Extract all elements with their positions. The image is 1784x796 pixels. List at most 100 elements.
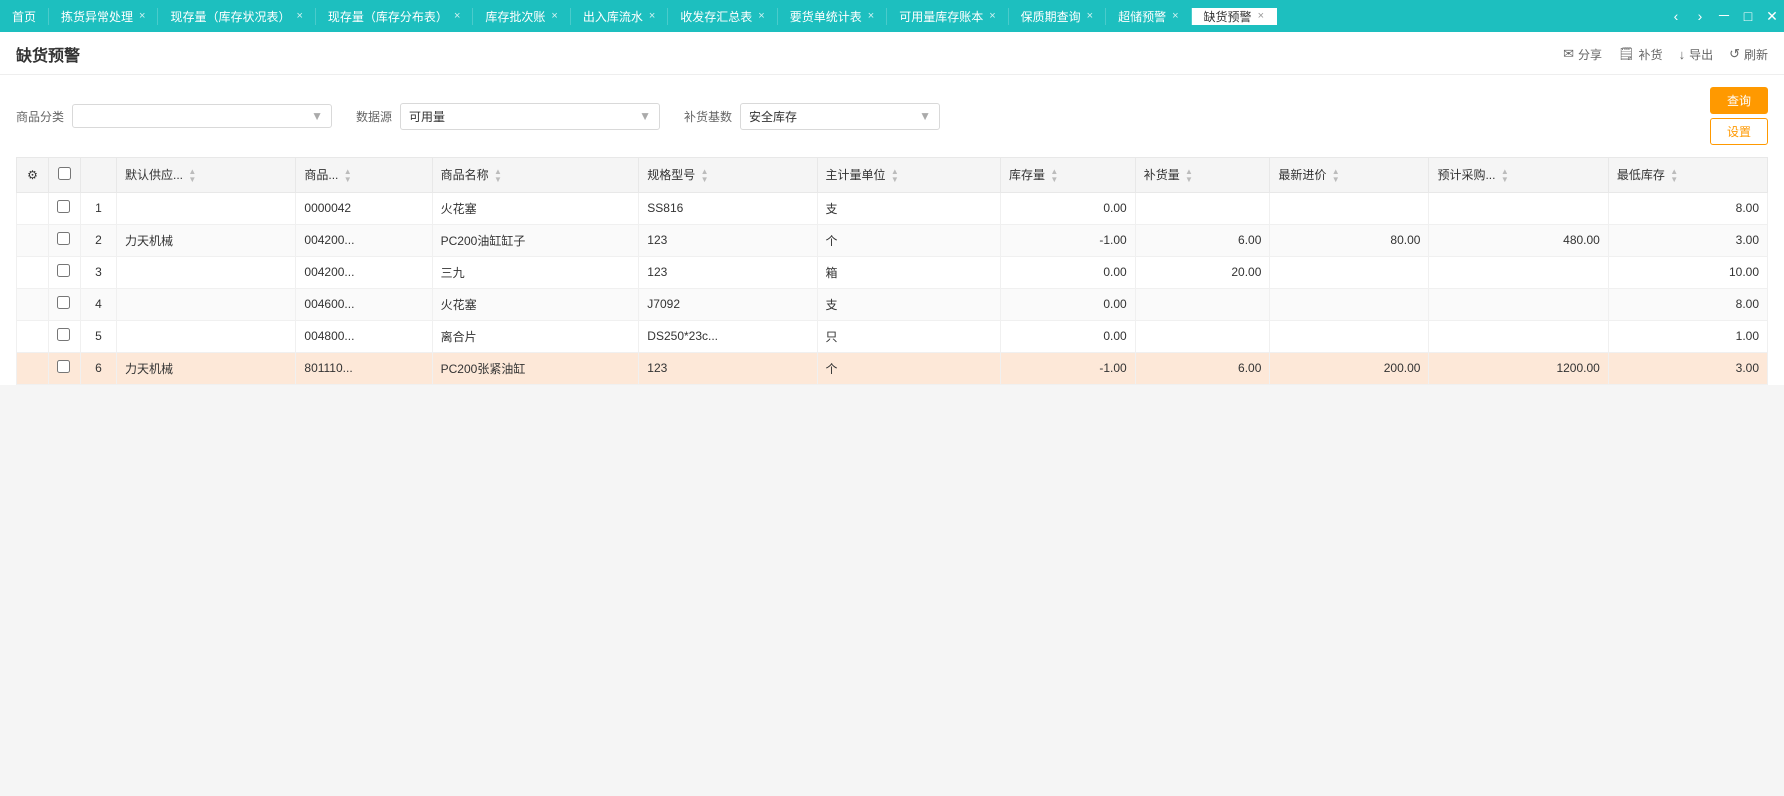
tab-order-stats[interactable]: 要货单统计表×	[778, 8, 887, 25]
supplement-label: 补货	[1639, 46, 1663, 63]
cell-stock: 0.00	[1001, 288, 1136, 320]
export-icon: ↓	[1679, 47, 1686, 62]
query-button[interactable]: 查询	[1710, 87, 1768, 114]
tab-inventory-status[interactable]: 现存量（库存状况表）×	[158, 8, 315, 25]
tab-close-available-ledger[interactable]: ×	[989, 10, 995, 22]
select-all-checkbox[interactable]	[58, 167, 71, 180]
col-spec-header[interactable]: 规格型号 ▲▼	[639, 158, 817, 193]
tab-exception[interactable]: 拣货异常处理×	[49, 8, 158, 25]
cell-checkbox[interactable]	[49, 352, 81, 384]
col-unit-label: 主计量单位	[826, 168, 886, 182]
tab-nav-right[interactable]: ›	[1688, 8, 1712, 24]
tab-overstock-warn[interactable]: 超储预警×	[1106, 8, 1191, 25]
tab-batch-account[interactable]: 库存批次账×	[473, 8, 570, 25]
export-btn[interactable]: ↓ 导出	[1679, 46, 1714, 63]
col-product-name-sort[interactable]: ▲▼	[494, 168, 502, 184]
tab-close-shortage-warn[interactable]: ×	[1258, 10, 1264, 22]
cell-min-stock: 10.00	[1608, 256, 1767, 288]
col-unit-sort[interactable]: ▲▼	[891, 168, 899, 184]
cell-product-code: 0000042	[296, 192, 432, 224]
settings-button[interactable]: 设置	[1710, 118, 1768, 145]
col-supplier-header[interactable]: 默认供应... ▲▼	[117, 158, 296, 193]
cell-unit: 支	[817, 288, 1000, 320]
col-stock-sort[interactable]: ▲▼	[1050, 168, 1058, 184]
cell-index: 6	[81, 352, 117, 384]
cell-stock: -1.00	[1001, 352, 1136, 384]
category-dropdown-arrow: ▼	[311, 109, 323, 123]
cell-index: 2	[81, 224, 117, 256]
window-maximize[interactable]: □	[1736, 8, 1760, 24]
category-select[interactable]: ▼	[72, 104, 332, 128]
cell-unit: 支	[817, 192, 1000, 224]
cell-checkbox[interactable]	[49, 224, 81, 256]
basis-dropdown-arrow: ▼	[919, 109, 931, 123]
tab-expiry-query[interactable]: 保质期查询×	[1009, 8, 1106, 25]
col-product-name-header[interactable]: 商品名称 ▲▼	[432, 158, 639, 193]
col-spec-sort[interactable]: ▲▼	[701, 168, 709, 184]
tab-close-inventory-status[interactable]: ×	[296, 10, 302, 22]
col-product-code-header[interactable]: 商品... ▲▼	[296, 158, 432, 193]
tab-home[interactable]: 首页	[0, 8, 49, 25]
col-replenish-sort[interactable]: ▲▼	[1185, 168, 1193, 184]
window-minimize[interactable]: －	[1712, 6, 1736, 26]
col-settings-header[interactable]: ⚙	[17, 158, 49, 193]
col-latest-price-sort[interactable]: ▲▼	[1332, 168, 1340, 184]
tab-close-in-out-flow[interactable]: ×	[649, 10, 655, 22]
datasource-select[interactable]: 可用量 ▼	[400, 103, 660, 130]
cell-row-settings	[17, 192, 49, 224]
tab-receive-summary[interactable]: 收发存汇总表×	[668, 8, 777, 25]
tab-shortage-warn[interactable]: 缺货预警×	[1192, 8, 1277, 25]
tab-close-batch-account[interactable]: ×	[551, 10, 557, 22]
col-est-purchase-header[interactable]: 预计采购... ▲▼	[1429, 158, 1608, 193]
col-stock-header[interactable]: 库存量 ▲▼	[1001, 158, 1136, 193]
cell-checkbox[interactable]	[49, 256, 81, 288]
cell-est-purchase: 480.00	[1429, 224, 1608, 256]
col-min-stock-header[interactable]: 最低库存 ▲▼	[1608, 158, 1767, 193]
cell-checkbox[interactable]	[49, 288, 81, 320]
basis-select[interactable]: 安全库存 ▼	[740, 103, 940, 130]
tab-close-exception[interactable]: ×	[139, 10, 145, 22]
cell-est-purchase: 1200.00	[1429, 352, 1608, 384]
tab-inventory-dist[interactable]: 现存量（库存分布表）×	[316, 8, 473, 25]
cell-spec: 123	[639, 352, 817, 384]
col-est-purchase-sort[interactable]: ▲▼	[1501, 168, 1509, 184]
tab-close-inventory-dist[interactable]: ×	[454, 10, 460, 22]
window-close[interactable]: ✕	[1760, 8, 1784, 25]
table-header-row: ⚙ 默认供应... ▲▼ 商品... ▲▼ 商品名称	[17, 158, 1768, 193]
col-product-code-sort[interactable]: ▲▼	[344, 168, 352, 184]
share-btn[interactable]: ✉ 分享	[1563, 46, 1602, 63]
basis-value: 安全库存	[749, 108, 797, 125]
cell-checkbox[interactable]	[49, 320, 81, 352]
cell-product-code: 004600...	[296, 288, 432, 320]
col-supplier-sort[interactable]: ▲▼	[188, 168, 196, 184]
col-stock-label: 库存量	[1009, 168, 1045, 182]
col-unit-header[interactable]: 主计量单位 ▲▼	[817, 158, 1000, 193]
col-spec-label: 规格型号	[647, 168, 695, 182]
tab-close-expiry-query[interactable]: ×	[1087, 10, 1093, 22]
col-min-stock-sort[interactable]: ▲▼	[1670, 168, 1678, 184]
tab-close-receive-summary[interactable]: ×	[758, 10, 764, 22]
cell-checkbox[interactable]	[49, 192, 81, 224]
cell-replenish	[1135, 288, 1270, 320]
col-checkbox-header[interactable]	[49, 158, 81, 193]
col-latest-price-header[interactable]: 最新进价 ▲▼	[1270, 158, 1429, 193]
refresh-label: 刷新	[1744, 46, 1768, 63]
cell-latest-price	[1270, 288, 1429, 320]
cell-min-stock: 1.00	[1608, 320, 1767, 352]
datasource-dropdown-arrow: ▼	[639, 109, 651, 123]
tab-close-order-stats[interactable]: ×	[868, 10, 874, 22]
cell-latest-price	[1270, 192, 1429, 224]
cell-supplier	[117, 256, 296, 288]
col-replenish-header[interactable]: 补货量 ▲▼	[1135, 158, 1270, 193]
tab-in-out-flow[interactable]: 出入库流水×	[571, 8, 668, 25]
cell-supplier: 力天机械	[117, 352, 296, 384]
tab-close-overstock-warn[interactable]: ×	[1172, 10, 1178, 22]
tab-available-ledger[interactable]: 可用量库存账本×	[887, 8, 1008, 25]
refresh-btn[interactable]: ↺ 刷新	[1729, 46, 1768, 63]
cell-est-purchase	[1429, 288, 1608, 320]
table-row: 4004600...火花塞J7092支0.008.00	[17, 288, 1768, 320]
settings-gear-icon[interactable]: ⚙	[27, 168, 38, 182]
supplement-btn[interactable]: 🗒 补货	[1618, 46, 1663, 63]
main-content: 缺货预警 ✉ 分享 🗒 补货 ↓ 导出 ↺ 刷新 商品分类	[0, 32, 1784, 385]
tab-nav-left[interactable]: ‹	[1664, 8, 1688, 24]
